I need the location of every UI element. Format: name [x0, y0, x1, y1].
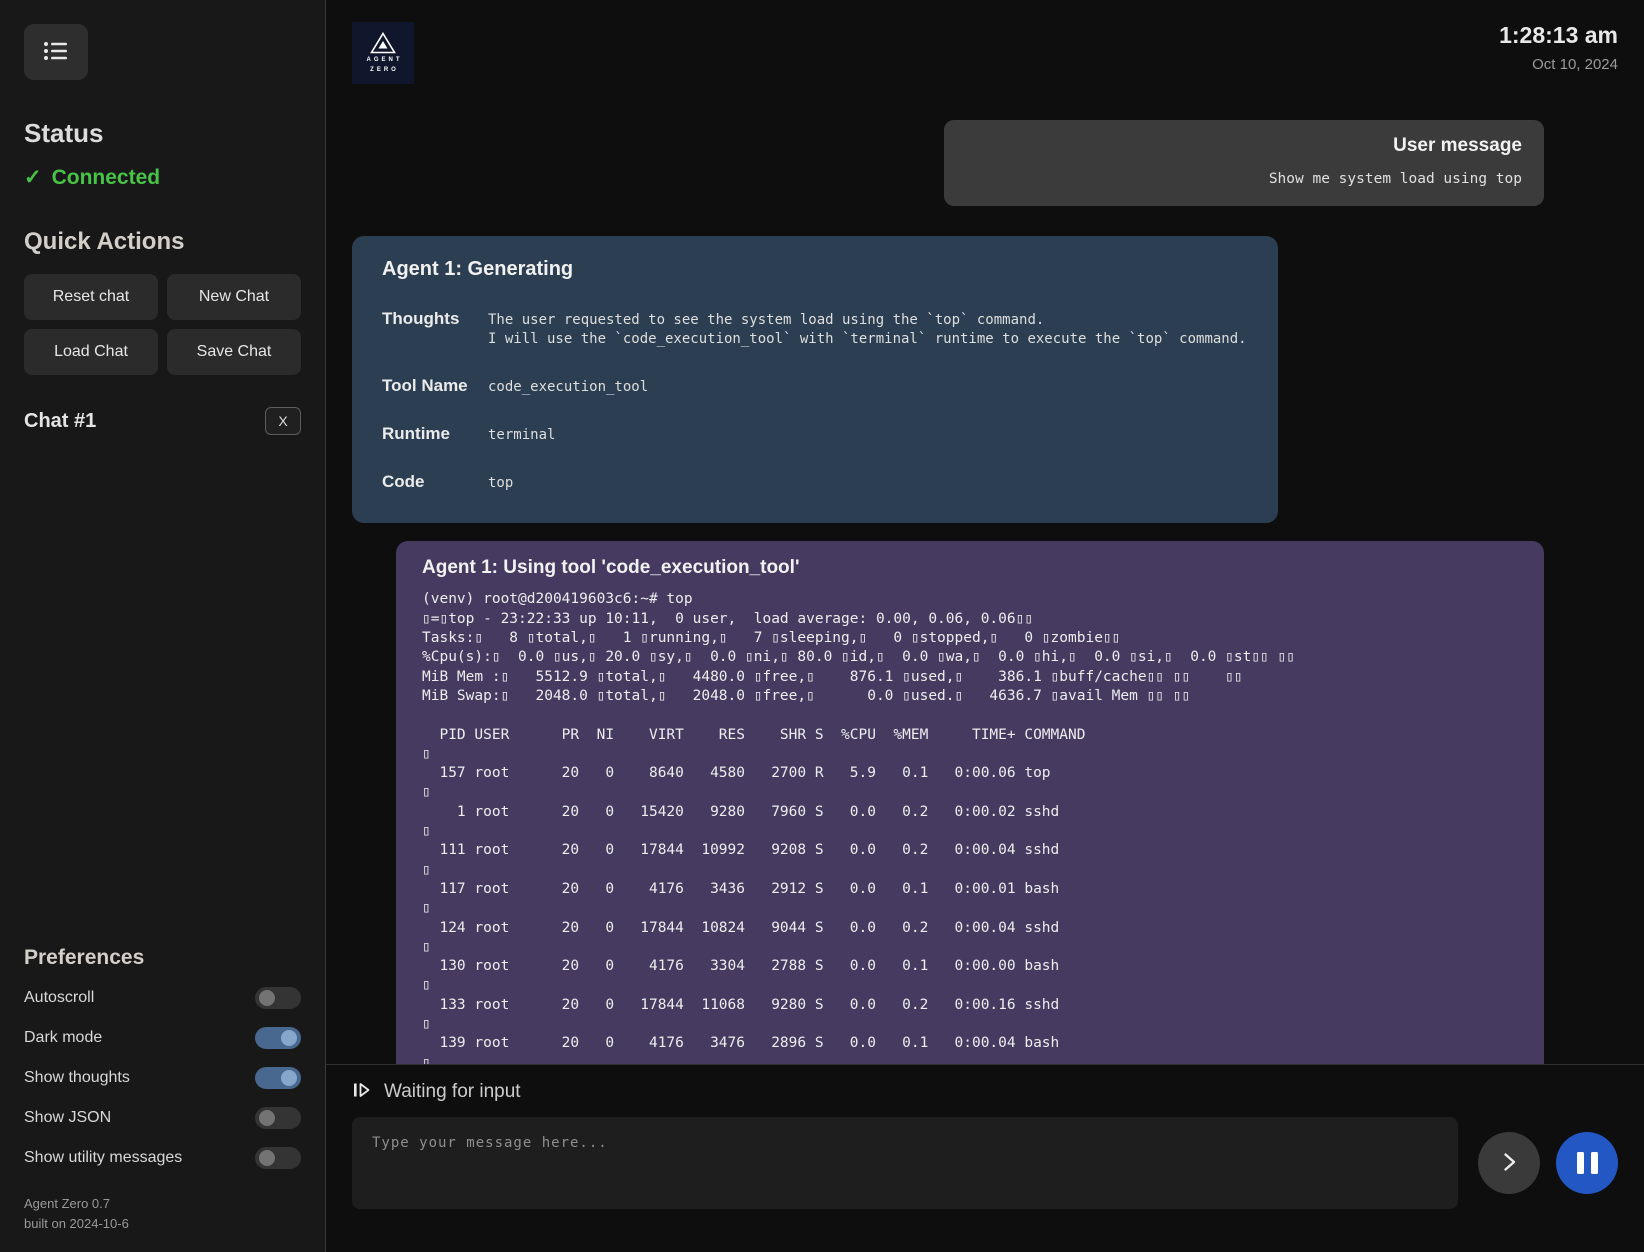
connection-status: ✓ Connected: [24, 165, 301, 190]
logo-text-agent: AGENT: [366, 56, 403, 63]
chat-header: AGENT ZERO 1:28:13 am Oct 10, 2024: [352, 22, 1618, 84]
quick-actions-heading: Quick Actions: [24, 228, 185, 255]
show-json-toggle[interactable]: [255, 1106, 301, 1129]
show-utility-toggle[interactable]: [255, 1146, 301, 1169]
terminal-output: (venv) root@d200419603c6:~# top ▯=▯top -…: [422, 591, 1295, 1064]
pref-row-dark-mode: Dark mode: [24, 1018, 301, 1058]
pref-label: Autoscroll: [24, 988, 95, 1006]
chat-tab[interactable]: Chat #1: [24, 410, 96, 433]
agent-generating-title: Agent 1: Generating: [382, 258, 574, 280]
tool-name-label: Tool Name: [382, 375, 468, 395]
tool-output-card: Agent 1: Using tool 'code_execution_tool…: [396, 541, 1544, 1064]
pref-row-show-thoughts: Show thoughts: [24, 1058, 301, 1098]
close-chat-button[interactable]: X: [265, 407, 301, 435]
runtime-value: terminal: [488, 426, 556, 443]
status-heading: Status: [24, 118, 104, 148]
preferences-heading: Preferences: [24, 945, 145, 969]
agent-status-text: Waiting for input: [384, 1081, 521, 1102]
runtime-row: Runtime terminal: [382, 424, 1248, 445]
menu-icon: [43, 40, 69, 65]
agent-zero-logo: AGENT ZERO: [352, 22, 414, 84]
send-icon: [1498, 1151, 1520, 1176]
agent-generating-card: Agent 1: Generating Thoughts The user re…: [352, 236, 1278, 524]
pref-row-autoscroll: Autoscroll: [24, 978, 301, 1018]
load-chat-button[interactable]: Load Chat: [24, 329, 158, 375]
tool-name-value: code_execution_tool: [488, 378, 649, 395]
tool-name-row: Tool Name code_execution_tool: [382, 376, 1248, 397]
check-icon: ✓: [24, 166, 42, 189]
pref-row-show-json: Show JSON: [24, 1098, 301, 1138]
code-row: Code top: [382, 472, 1248, 493]
autoscroll-toggle[interactable]: [255, 986, 301, 1009]
version-line: Agent Zero 0.7: [24, 1195, 110, 1211]
tool-output-title: Agent 1: Using tool 'code_execution_tool…: [422, 557, 800, 579]
user-message-title: User message: [1393, 135, 1522, 156]
dark-mode-toggle[interactable]: [255, 1026, 301, 1049]
thoughts-value: The user requested to see the system loa…: [488, 312, 1247, 347]
pref-label: Show utility messages: [24, 1148, 183, 1166]
agent-status-row: Waiting for input: [352, 1075, 1618, 1109]
clock-block: 1:28:13 am Oct 10, 2024: [1499, 22, 1618, 73]
current-date: Oct 10, 2024: [1532, 56, 1618, 73]
current-time: 1:28:13 am: [1499, 22, 1618, 48]
send-button[interactable]: [1478, 1132, 1540, 1194]
message-input-row: [352, 1117, 1618, 1209]
user-message-bubble: User message Show me system load using t…: [944, 120, 1544, 206]
sidebar: Status ✓ Connected Quick Actions Reset c…: [0, 0, 326, 1252]
pref-label: Show JSON: [24, 1108, 112, 1126]
code-value: top: [488, 474, 514, 491]
chat-tab-row: Chat #1 X: [24, 407, 301, 435]
chat-area: AGENT ZERO 1:28:13 am Oct 10, 2024 User …: [326, 0, 1644, 1064]
menu-button[interactable]: [24, 24, 88, 80]
pause-button[interactable]: [1556, 1132, 1618, 1194]
logo-triangle-icon: [370, 31, 396, 54]
message-input[interactable]: [352, 1117, 1458, 1209]
user-message-text: Show me system load using top: [1268, 171, 1522, 187]
pause-icon: [1590, 1152, 1598, 1174]
new-chat-button[interactable]: New Chat: [167, 274, 301, 320]
pause-icon: [1576, 1152, 1584, 1174]
reset-chat-button[interactable]: Reset chat: [24, 274, 158, 320]
show-thoughts-toggle[interactable]: [255, 1066, 301, 1089]
runtime-label: Runtime: [382, 423, 450, 443]
pref-row-show-utility: Show utility messages: [24, 1138, 301, 1178]
connection-label: Connected: [51, 165, 161, 189]
thoughts-label: Thoughts: [382, 309, 460, 328]
save-chat-button[interactable]: Save Chat: [167, 329, 301, 375]
logo-text-zero: ZERO: [370, 67, 399, 73]
version-info: Agent Zero 0.7 built on 2024-10-6: [24, 1194, 301, 1234]
pref-label: Show thoughts: [24, 1068, 130, 1086]
pref-label: Dark mode: [24, 1028, 103, 1046]
input-bar: Waiting for input: [326, 1064, 1644, 1252]
code-label: Code: [382, 471, 425, 491]
build-line: built on 2024-10-6: [24, 1215, 129, 1231]
main-panel: AGENT ZERO 1:28:13 am Oct 10, 2024 User …: [326, 0, 1644, 1252]
quick-actions: Reset chat New Chat Load Chat Save Chat: [24, 274, 301, 375]
waiting-icon: [352, 1081, 371, 1104]
thoughts-row: Thoughts The user requested to see the s…: [382, 309, 1248, 349]
